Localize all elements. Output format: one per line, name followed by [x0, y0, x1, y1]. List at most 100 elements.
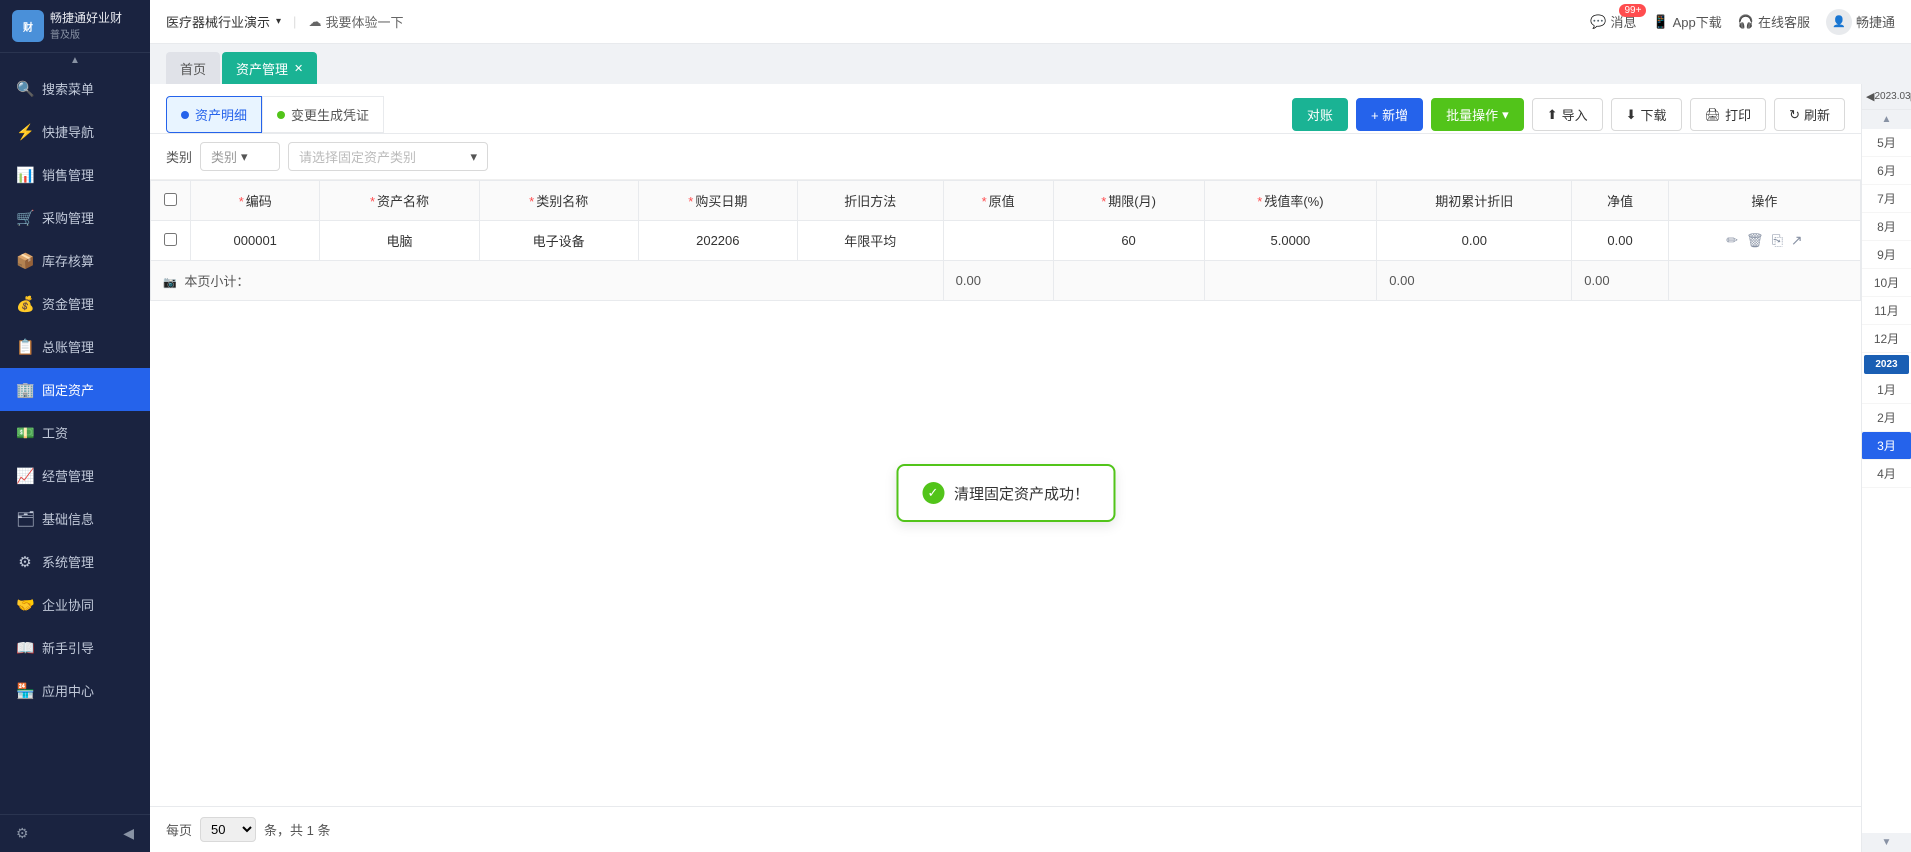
- delete-icon[interactable]: 🗑: [1746, 232, 1764, 249]
- sidebar-item-label: 应用中心: [42, 681, 94, 700]
- cal-month-4[interactable]: 4月: [1862, 460, 1911, 488]
- collapse-icon[interactable]: ◀: [123, 825, 134, 842]
- trends-icon: 📈: [16, 467, 34, 485]
- col-net-value: 净值: [1572, 181, 1669, 221]
- online-service-button[interactable]: 🎧 在线客服: [1738, 12, 1810, 31]
- category-label: 类别: [166, 147, 192, 166]
- sidebar-item-sales[interactable]: 📊 销售管理: [0, 153, 150, 196]
- per-page-select[interactable]: 10 20 50 100: [200, 817, 256, 842]
- cal-month-6[interactable]: 6月: [1862, 157, 1911, 185]
- col-name: *资产名称: [320, 181, 479, 221]
- select-all-checkbox[interactable]: [164, 193, 177, 206]
- print-button[interactable]: 🖨 打印: [1690, 98, 1767, 131]
- subtotal-label: 📷 本页小计：: [151, 261, 944, 301]
- topbar-right: 💬 消息 99+ 📱 App下载 🎧 在线客服 👤 畅捷通: [1590, 9, 1895, 35]
- printer-icon: 🖨: [1705, 107, 1722, 123]
- cal-month-10[interactable]: 10月: [1862, 269, 1911, 297]
- sidebar-item-quicknav[interactable]: ⚡ 快捷导航: [0, 110, 150, 153]
- sidebar-item-label: 采购管理: [42, 208, 94, 227]
- cal-month-1[interactable]: 1月: [1862, 376, 1911, 404]
- sidebar: 财 畅捷通好业财 普及版 ▲ 🔍 搜索菜单 ⚡ 快捷导航 📊 销售管理 🛒 采购…: [0, 0, 150, 852]
- tab-home[interactable]: 首页: [166, 52, 220, 84]
- settings-icon[interactable]: ⚙: [16, 825, 29, 842]
- sidebar-item-system[interactable]: ⚙ 系统管理: [0, 540, 150, 583]
- tab-indicator: [181, 111, 189, 119]
- headset-icon: 🎧: [1738, 14, 1754, 30]
- success-toast: ✓ 清理固定资产成功！: [896, 464, 1115, 522]
- col-residual-rate: *残值率(%): [1204, 181, 1377, 221]
- sidebar-item-purchase[interactable]: 🛒 采购管理: [0, 196, 150, 239]
- filter-bar: 类别 类别 ▾ 请选择固定资产类别 ▾: [150, 134, 1861, 180]
- folder-icon: 🗂: [16, 510, 34, 528]
- subtotal-accumulated: 0.00: [1377, 261, 1572, 301]
- sidebar-item-enterprise[interactable]: 🤝 企业协同: [0, 583, 150, 626]
- user-menu[interactable]: 👤 畅捷通: [1826, 9, 1895, 35]
- cell-depreciation: 年限平均: [797, 221, 943, 261]
- refresh-button[interactable]: ↻ 刷新: [1774, 98, 1845, 131]
- sidebar-item-appstore[interactable]: 🏪 应用中心: [0, 669, 150, 712]
- sidebar-item-basics[interactable]: 🗂 基础信息: [0, 497, 150, 540]
- inner-tab-voucher[interactable]: 变更生成凭证: [262, 96, 384, 133]
- sidebar-item-funds[interactable]: 💰 资金管理: [0, 282, 150, 325]
- tab-close-icon[interactable]: ✕: [294, 62, 303, 75]
- table-header-row: *编码 *资产名称 *类别名称 *购买日期 折旧方法 *原值 *期限(月) *残…: [151, 181, 1861, 221]
- sidebar-item-operations[interactable]: 📈 经营管理: [0, 454, 150, 497]
- tab-assets[interactable]: 资产管理 ✕: [222, 52, 317, 84]
- cal-prev-icon[interactable]: ◀: [1866, 90, 1874, 103]
- cal-year-label: 2023.03: [1874, 91, 1910, 102]
- calendar-header: ◀ 2023.03 ▶: [1862, 84, 1911, 110]
- import-button[interactable]: ⬆ 导入: [1532, 98, 1603, 131]
- app-download-button[interactable]: 📱 App下载: [1652, 12, 1721, 31]
- refresh-icon: ↻: [1789, 107, 1800, 123]
- inner-tab-label: 变更生成凭证: [291, 105, 369, 124]
- row-checkbox[interactable]: [164, 233, 177, 246]
- sidebar-item-assets[interactable]: 🏢 固定资产: [0, 368, 150, 411]
- sidebar-item-search[interactable]: 🔍 搜索菜单: [0, 67, 150, 110]
- cal-month-9[interactable]: 9月: [1862, 241, 1911, 269]
- copy-icon[interactable]: ⎘: [1772, 232, 1783, 249]
- cal-month-7[interactable]: 7月: [1862, 185, 1911, 213]
- sidebar-item-guide[interactable]: 📖 新手引导: [0, 626, 150, 669]
- col-purchase-date: *购买日期: [638, 181, 797, 221]
- new-button[interactable]: + 新增: [1356, 98, 1423, 131]
- row-checkbox-cell[interactable]: [151, 221, 191, 261]
- cal-month-5[interactable]: 5月: [1862, 129, 1911, 157]
- subtotal-original: 0.00: [943, 261, 1053, 301]
- cal-month-8[interactable]: 8月: [1862, 213, 1911, 241]
- dropdown-icon: ▾: [241, 149, 248, 165]
- reconcile-button[interactable]: 对账: [1292, 98, 1348, 131]
- messages-button[interactable]: 💬 消息 99+: [1590, 12, 1636, 31]
- cal-scroll-down[interactable]: ▼: [1862, 833, 1911, 852]
- company-selector[interactable]: 医疗器械行业演示 ▾: [166, 12, 281, 31]
- download-button[interactable]: ⬇ 下载: [1611, 98, 1682, 131]
- cal-month-2[interactable]: 2月: [1862, 404, 1911, 432]
- cell-name: 电脑: [320, 221, 479, 261]
- money-icon: 💰: [16, 295, 34, 313]
- cell-residual-rate: 5.0000: [1204, 221, 1377, 261]
- subtotal-empty1: [1053, 261, 1204, 301]
- sidebar-item-payroll[interactable]: 💵 工资: [0, 411, 150, 454]
- cal-month-3[interactable]: 3月: [1862, 432, 1911, 460]
- batch-ops-button[interactable]: 批量操作 ▾: [1431, 98, 1524, 131]
- sidebar-item-ledger[interactable]: 📋 总账管理: [0, 325, 150, 368]
- category-type-value: 类别: [211, 147, 237, 166]
- subtotal-net: 0.00: [1572, 261, 1669, 301]
- tabbar: 首页 资产管理 ✕: [150, 44, 1911, 84]
- sidebar-nav: 🔍 搜索菜单 ⚡ 快捷导航 📊 销售管理 🛒 采购管理 📦 库存核算 💰 资金管…: [0, 67, 150, 814]
- edit-icon[interactable]: ✏: [1726, 232, 1738, 249]
- experience-button[interactable]: ☁ 我要体验一下: [308, 12, 403, 31]
- cal-month-11[interactable]: 11月: [1862, 297, 1911, 325]
- sidebar-item-inventory[interactable]: 📦 库存核算: [0, 239, 150, 282]
- more-icon[interactable]: ↗: [1791, 232, 1803, 249]
- topbar: 医疗器械行业演示 ▾ | ☁ 我要体验一下 💬 消息 99+ 📱 App下载 🎧…: [150, 0, 1911, 44]
- inner-tab-detail[interactable]: 资产明细: [166, 96, 262, 133]
- select-all-header[interactable]: [151, 181, 191, 221]
- cal-month-12[interactable]: 12月: [1862, 325, 1911, 353]
- phone-icon: 📱: [1652, 14, 1668, 30]
- total-label: 条，共 1 条: [264, 820, 330, 839]
- sidebar-scroll-up-icon[interactable]: ▲: [70, 55, 80, 66]
- cell-code: 000001: [191, 221, 320, 261]
- category-select[interactable]: 请选择固定资产类别 ▾: [288, 142, 488, 171]
- cal-scroll-up[interactable]: ▲: [1862, 110, 1911, 129]
- category-type-select[interactable]: 类别 ▾: [200, 142, 280, 171]
